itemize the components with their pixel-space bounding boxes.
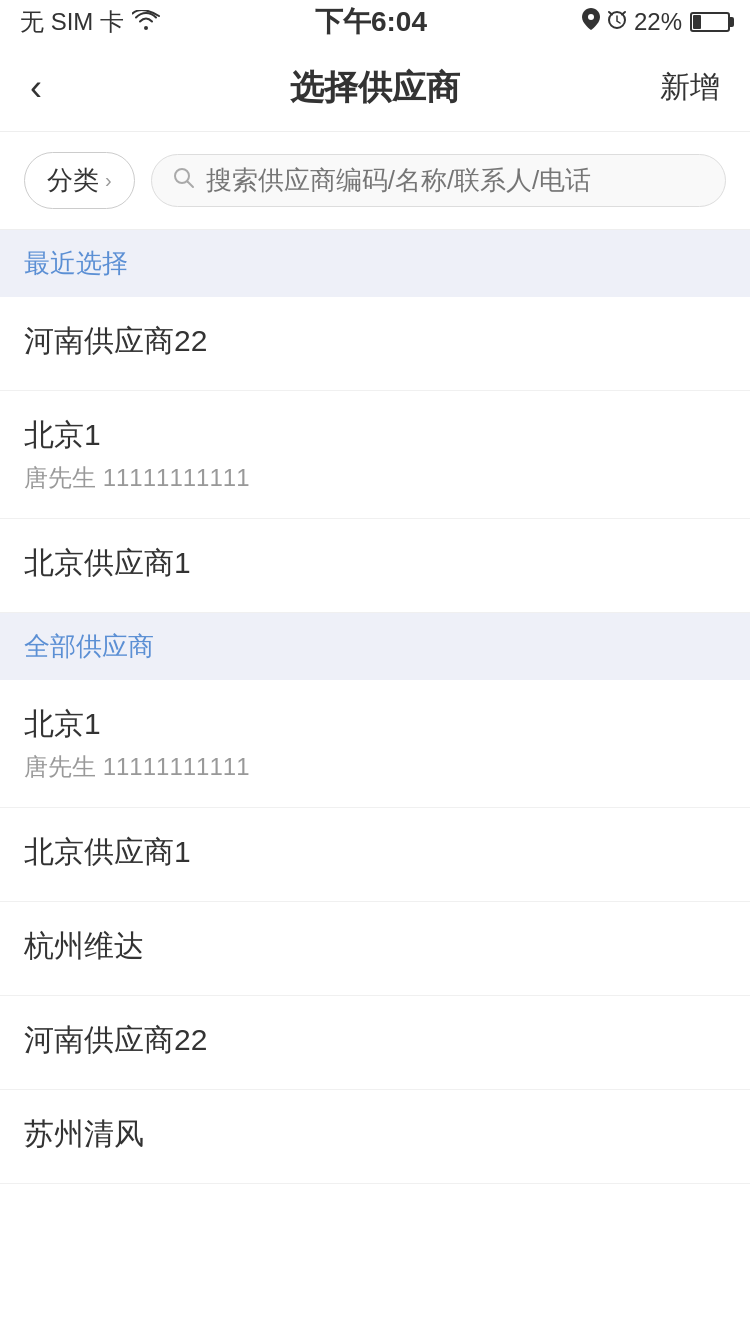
search-icon [172,166,196,196]
category-label: 分类 [47,163,99,198]
list-item[interactable]: 杭州维达 [0,902,750,996]
add-button[interactable]: 新增 [660,67,720,108]
battery-percentage: 22% [634,8,682,36]
search-box [151,154,726,207]
page-title: 选择供应商 [290,65,460,111]
chevron-right-icon: › [105,169,112,192]
wifi-icon [132,8,160,36]
item-name: 北京1 [24,415,726,456]
back-button[interactable]: ‹ [30,67,90,109]
filter-bar: 分类 › [0,132,750,230]
sim-status: 无 SIM 卡 [20,6,124,38]
alarm-icon [606,8,628,36]
nav-bar: ‹ 选择供应商 新增 [0,44,750,132]
status-time: 下午6:04 [315,3,427,41]
battery-icon [690,12,730,32]
list-item[interactable]: 北京1 唐先生 11111111111 [0,391,750,519]
item-detail: 唐先生 11111111111 [24,462,726,494]
item-name: 河南供应商22 [24,321,726,362]
item-name: 杭州维达 [24,926,726,967]
section-header-recent: 最近选择 [0,230,750,297]
section-header-all: 全部供应商 [0,613,750,680]
category-filter[interactable]: 分类 › [24,152,135,209]
status-left: 无 SIM 卡 [20,6,160,38]
list-item[interactable]: 北京1 唐先生 11111111111 [0,680,750,808]
status-right: 22% [582,8,730,36]
list-item[interactable]: 河南供应商22 [0,297,750,391]
search-input[interactable] [206,165,705,196]
list-item[interactable]: 苏州清风 [0,1090,750,1184]
list-item[interactable]: 河南供应商22 [0,996,750,1090]
status-bar: 无 SIM 卡 下午6:04 22% [0,0,750,44]
item-name: 苏州清风 [24,1114,726,1155]
item-name: 河南供应商22 [24,1020,726,1061]
item-detail: 唐先生 11111111111 [24,751,726,783]
content-area: 最近选择河南供应商22 北京1 唐先生 11111111111 北京供应商1 全部供应商… [0,230,750,1184]
item-name: 北京供应商1 [24,543,726,584]
svg-point-0 [588,14,594,20]
item-name: 北京供应商1 [24,832,726,873]
location-icon [582,8,600,36]
item-name: 北京1 [24,704,726,745]
list-item[interactable]: 北京供应商1 [0,519,750,613]
list-item[interactable]: 北京供应商1 [0,808,750,902]
